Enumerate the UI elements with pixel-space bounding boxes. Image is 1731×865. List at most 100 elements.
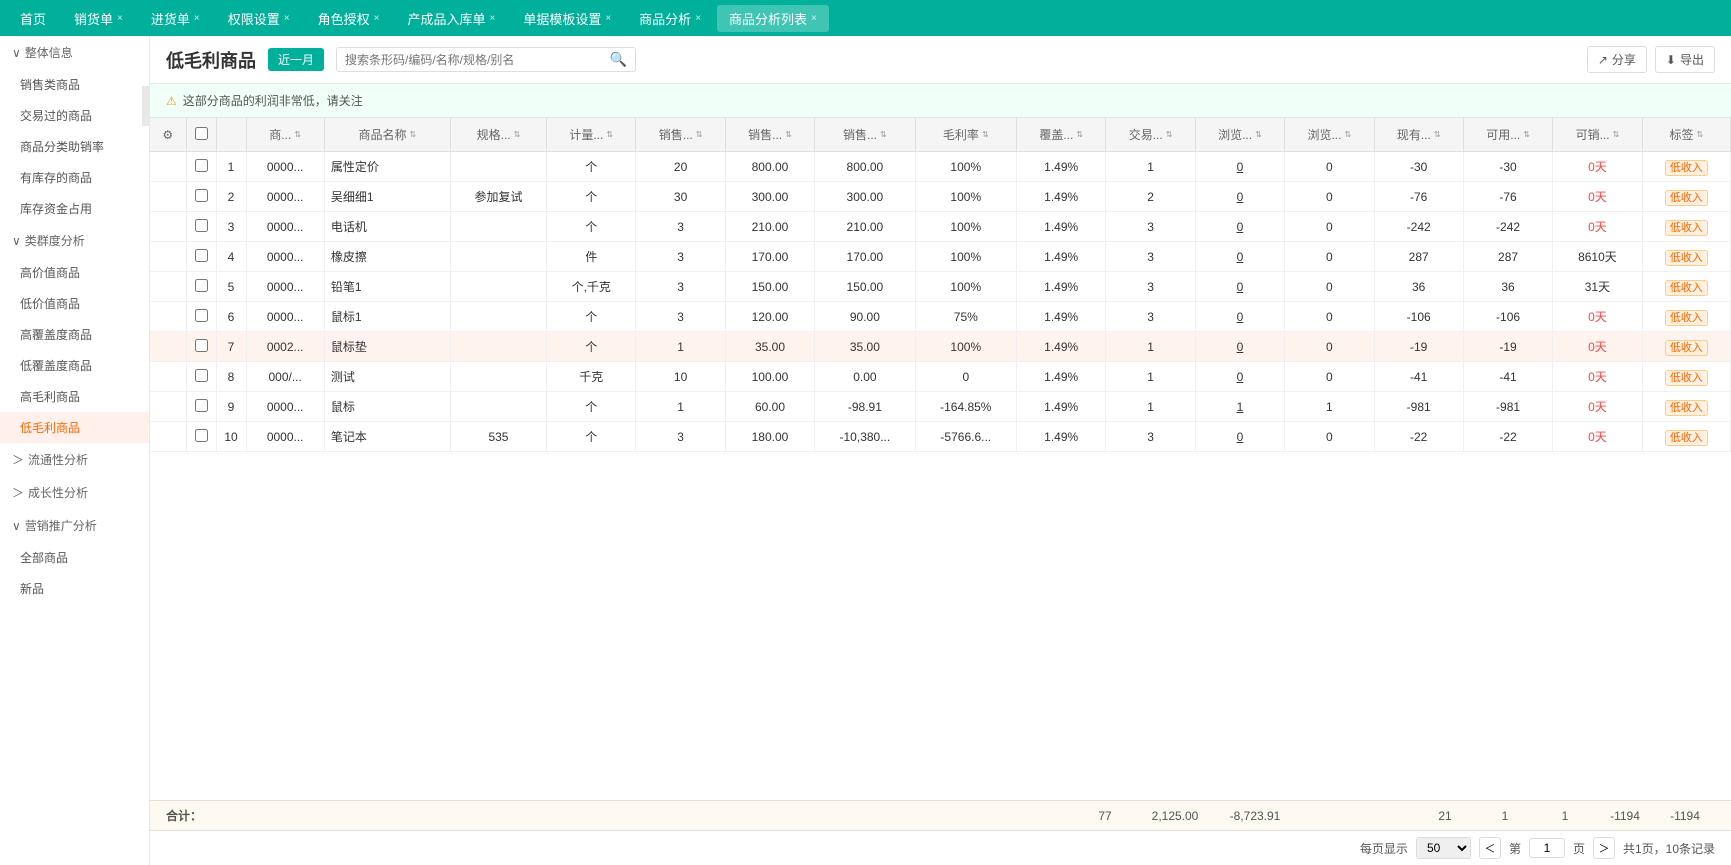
sort-icon[interactable]: ⇅: [1076, 130, 1083, 139]
sort-icon[interactable]: ⇅: [1434, 130, 1441, 139]
sort-icon[interactable]: ⇅: [982, 130, 989, 139]
nav-template-settings[interactable]: 单据模板设置 ×: [511, 5, 623, 32]
nav-purchase-order[interactable]: 进货单 ×: [139, 5, 212, 32]
row-name[interactable]: 笔记本: [324, 422, 450, 452]
col-sellable[interactable]: 可销...⇅: [1553, 118, 1642, 152]
row-checkbox[interactable]: [186, 212, 216, 242]
col-unit[interactable]: 计量...⇅: [547, 118, 636, 152]
col-code[interactable]: 商...⇅: [246, 118, 324, 152]
row-select-checkbox[interactable]: [195, 219, 208, 232]
search-box[interactable]: 🔍: [336, 47, 636, 72]
share-button[interactable]: ↗ 分享: [1587, 46, 1647, 73]
nav-product-analysis-list[interactable]: 商品分析列表 ×: [717, 5, 829, 32]
row-name[interactable]: 鼠标1: [324, 302, 450, 332]
col-views2[interactable]: 浏览...⇅: [1285, 118, 1374, 152]
nav-close-icon[interactable]: ×: [695, 13, 701, 24]
sidebar-item-category-sales-rate[interactable]: 商品分类助销率: [0, 131, 149, 162]
row-name[interactable]: 鼠标垫: [324, 332, 450, 362]
col-gross-margin[interactable]: 毛利率⇅: [915, 118, 1016, 152]
nav-close-icon[interactable]: ×: [811, 13, 817, 24]
nav-close-icon[interactable]: ×: [117, 13, 123, 24]
nav-home[interactable]: 首页: [8, 5, 58, 32]
sidebar-group-growth[interactable]: ＞ 成长性分析: [0, 476, 149, 509]
col-sales-amount[interactable]: 销售...⇅: [725, 118, 814, 152]
nav-permission-settings[interactable]: 权限设置 ×: [216, 5, 302, 32]
search-icon[interactable]: 🔍: [610, 51, 627, 68]
row-name[interactable]: 铅笔1: [324, 272, 450, 302]
row-select-checkbox[interactable]: [195, 369, 208, 382]
sidebar-item-low-value[interactable]: 低价值商品: [0, 288, 149, 319]
sort-icon[interactable]: ⇅: [785, 130, 792, 139]
row-checkbox[interactable]: [186, 242, 216, 272]
col-sales-qty[interactable]: 销售...⇅: [636, 118, 725, 152]
filter-button[interactable]: 近一月: [268, 48, 324, 71]
sidebar-group-liquidity[interactable]: ＞ 流通性分析: [0, 443, 149, 476]
settings-icon[interactable]: ⚙: [162, 128, 173, 142]
sort-icon[interactable]: ⇅: [606, 130, 613, 139]
row-name[interactable]: 属性定价: [324, 152, 450, 182]
row-checkbox[interactable]: [186, 302, 216, 332]
row-checkbox[interactable]: [186, 392, 216, 422]
row-name[interactable]: 测试: [324, 362, 450, 392]
row-name[interactable]: 电话机: [324, 212, 450, 242]
col-tag[interactable]: 标签⇅: [1642, 118, 1730, 152]
row-select-checkbox[interactable]: [195, 159, 208, 172]
col-name[interactable]: 商品名称⇅: [324, 118, 450, 152]
nav-close-icon[interactable]: ×: [374, 13, 380, 24]
nav-close-icon[interactable]: ×: [194, 13, 200, 24]
sidebar-item-sales-products[interactable]: 销售类商品: [0, 69, 149, 100]
row-select-checkbox[interactable]: [195, 249, 208, 262]
row-select-checkbox[interactable]: [195, 339, 208, 352]
sidebar-item-traded-products[interactable]: 交易过的商品: [0, 100, 149, 131]
select-all-checkbox[interactable]: [195, 127, 208, 140]
row-checkbox[interactable]: [186, 182, 216, 212]
sort-icon[interactable]: ⇅: [1613, 130, 1620, 139]
prev-page-button[interactable]: ＜: [1479, 837, 1501, 859]
sidebar-group-overall[interactable]: ∨ 整体信息: [0, 36, 149, 69]
col-views1[interactable]: 浏览...⇅: [1195, 118, 1284, 152]
sidebar-item-new-products[interactable]: 新品: [0, 573, 149, 604]
col-checkbox[interactable]: [186, 118, 216, 152]
sidebar-item-all-products[interactable]: 全部商品: [0, 542, 149, 573]
row-checkbox[interactable]: [186, 332, 216, 362]
nav-close-icon[interactable]: ×: [489, 13, 495, 24]
sidebar-item-low-coverage[interactable]: 低覆盖度商品: [0, 350, 149, 381]
row-checkbox[interactable]: [186, 152, 216, 182]
sort-icon[interactable]: ⇅: [1255, 130, 1262, 139]
sidebar-collapse-button[interactable]: 《: [142, 86, 150, 126]
col-spec[interactable]: 规格...⇅: [450, 118, 546, 152]
sidebar-item-stock-capital[interactable]: 库存资金占用: [0, 193, 149, 224]
row-checkbox[interactable]: [186, 362, 216, 392]
sidebar-group-cluster-analysis[interactable]: ∨ 类群度分析: [0, 224, 149, 257]
row-name[interactable]: 鼠标: [324, 392, 450, 422]
sort-icon[interactable]: ⇅: [514, 130, 521, 139]
sidebar-item-low-margin[interactable]: 低毛利商品: [0, 412, 149, 443]
sort-icon[interactable]: ⇅: [880, 130, 887, 139]
sidebar-item-in-stock[interactable]: 有库存的商品: [0, 162, 149, 193]
export-button[interactable]: ⬇ 导出: [1655, 46, 1715, 73]
nav-product-analysis[interactable]: 商品分析 ×: [627, 5, 713, 32]
sort-icon[interactable]: ⇅: [410, 130, 417, 139]
sort-icon[interactable]: ⇅: [1344, 130, 1351, 139]
row-select-checkbox[interactable]: [195, 189, 208, 202]
sidebar-item-high-margin[interactable]: 高毛利商品: [0, 381, 149, 412]
sort-icon[interactable]: ⇅: [1166, 130, 1173, 139]
col-coverage[interactable]: 覆盖...⇅: [1017, 118, 1106, 152]
row-select-checkbox[interactable]: [195, 279, 208, 292]
page-size-select[interactable]: 50 20 100: [1416, 837, 1471, 859]
nav-close-icon[interactable]: ×: [605, 13, 611, 24]
page-number-input[interactable]: [1529, 838, 1565, 858]
sidebar-group-marketing[interactable]: ∨ 营销推广分析: [0, 509, 149, 542]
search-input[interactable]: [345, 53, 610, 67]
row-select-checkbox[interactable]: [195, 399, 208, 412]
sort-icon[interactable]: ⇅: [294, 130, 301, 139]
col-current-stock[interactable]: 现有...⇅: [1374, 118, 1463, 152]
row-select-checkbox[interactable]: [195, 309, 208, 322]
row-checkbox[interactable]: [186, 272, 216, 302]
nav-role-auth[interactable]: 角色授权 ×: [306, 5, 392, 32]
sort-icon[interactable]: ⇅: [696, 130, 703, 139]
sort-icon[interactable]: ⇅: [1696, 130, 1703, 139]
nav-close-icon[interactable]: ×: [284, 13, 290, 24]
col-sales-profit[interactable]: 销售...⇅: [815, 118, 915, 152]
row-select-checkbox[interactable]: [195, 429, 208, 442]
